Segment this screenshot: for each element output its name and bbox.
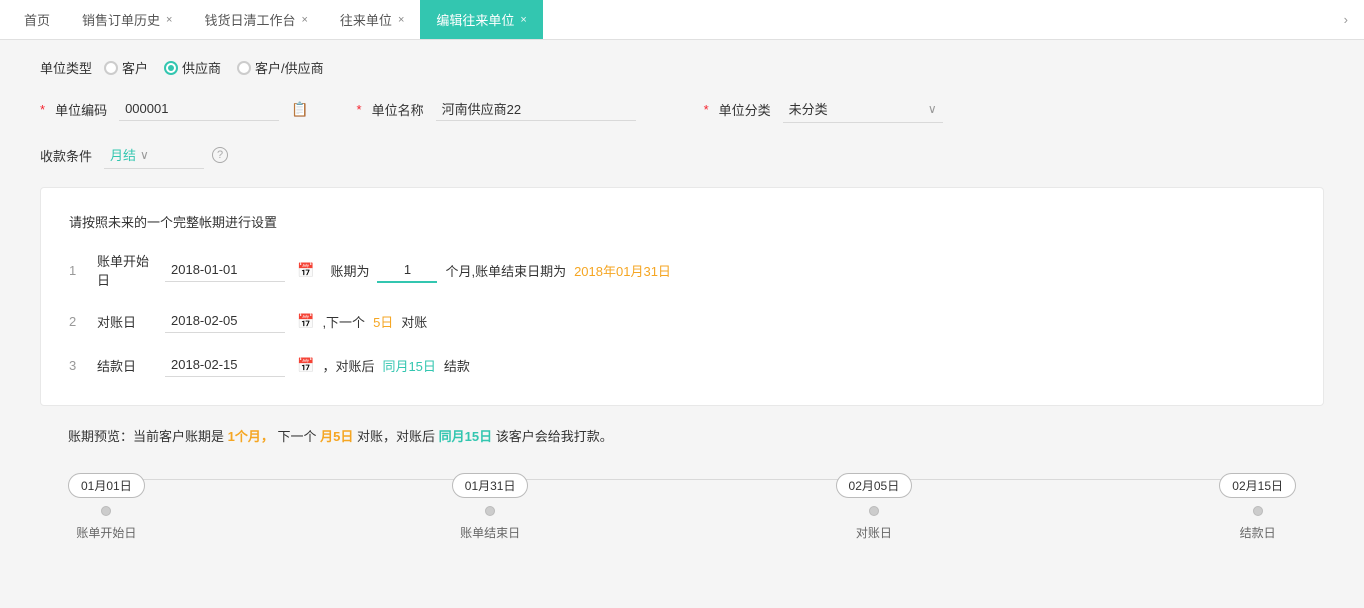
payment-prefix: ，对账后 [322,356,374,375]
preview-next-pre: 下一个 [278,429,317,444]
radio-both-label: 客户/供应商 [255,58,324,77]
period-month-input[interactable] [377,258,437,283]
unit-name-required: * [357,102,362,117]
unit-category-label: 单位分类 [719,100,771,119]
setting-row-3: 3 结款日 📅 ，对账后 同月15日 结款 [69,353,1295,377]
preview-text: 账期预览：当前客户账期是 1个月， 下一个 月5日 对账，对账后 同月15日 该… [68,426,1296,445]
radio-supplier[interactable]: 供应商 [164,58,221,77]
tabs-arrow[interactable]: › [1336,0,1356,39]
content-area: 单位类型 客户 供应商 客户/供应商 * 单位编码 📋 * 单位名称 * 单位分… [0,40,1364,608]
settings-title: 请按照未来的一个完整帐期进行设置 [69,212,1295,231]
start-date-input[interactable] [165,258,285,282]
payment-date-calendar-icon[interactable]: 📅 [297,357,314,374]
unit-code-calendar-icon[interactable]: 📋 [291,101,308,118]
tl-sublabel-reconcile: 对账日 [856,524,892,541]
setting-num-3: 3 [69,358,89,373]
reconcile-date-calendar-icon[interactable]: 📅 [297,313,314,330]
unit-category-chevron: ∨ [928,102,937,116]
unit-code-label: 单位编码 [55,100,107,119]
tl-sublabel-end: 账单结束日 [460,524,520,541]
tab-partner-label: 往来单位 [340,10,392,29]
radio-group-unit-type: 客户 供应商 客户/供应商 [104,58,324,77]
tab-cash-ledger[interactable]: 钱货日清工作台 × [188,0,323,39]
period-label: 账期为 [330,261,369,280]
radio-both[interactable]: 客户/供应商 [237,58,324,77]
radio-customer-circle [104,61,118,75]
tab-partner-close[interactable]: × [398,14,404,26]
setting-num-1: 1 [69,263,89,278]
preview-label: 账期预览：当前客户账期是 [68,429,224,444]
unit-info-row: * 单位编码 📋 * 单位名称 * 单位分类 未分类 ∨ [40,95,1324,123]
tl-sublabel-payment: 结款日 [1240,524,1276,541]
unit-name-input[interactable] [436,97,636,121]
tl-bubble-reconcile: 02月05日 [836,473,913,498]
setting-row-2: 2 对账日 📅 ,下一个 5日 对账 [69,309,1295,333]
reconcile-prefix: ,下一个 [322,312,365,331]
reconcile-date-input[interactable] [165,309,285,333]
start-date-calendar-icon[interactable]: 📅 [297,262,314,279]
setting-label-1: 账单开始日 [97,251,157,289]
tab-edit-partner-close[interactable]: × [520,14,526,26]
tab-partner[interactable]: 往来单位 × [324,0,420,39]
tl-node-4: 02月15日 结款日 [1219,473,1296,541]
payment-date-input[interactable] [165,353,285,377]
preview-reconcile: 对账，对账后 [357,429,435,444]
preview-payment-day: 同月15日 [439,429,492,444]
preview-period: 1个月， [228,429,274,444]
tl-node-1: 01月01日 账单开始日 [68,473,145,541]
radio-supplier-circle [164,61,178,75]
setting-row-1: 1 账单开始日 📅 账期为 个月,账单结束日期为 2018年01月31日 [69,251,1295,289]
payment-terms-select[interactable]: 月结 ∨ [104,141,204,169]
tab-home-label: 首页 [24,10,50,29]
tl-node-2: 01月31日 账单结束日 [452,473,529,541]
preview-end: 该客户会给我打款。 [496,429,613,444]
tl-node-3: 02月05日 对账日 [836,473,913,541]
tl-bubble-end: 01月31日 [452,473,529,498]
unit-category-required: * [704,102,709,117]
reconcile-day: 5日 [373,312,393,331]
settings-box: 请按照未来的一个完整帐期进行设置 1 账单开始日 📅 账期为 个月,账单结束日期… [40,187,1324,406]
period-suffix: 个月,账单结束日期为 [445,261,566,280]
unit-name-label: 单位名称 [372,100,424,119]
setting-label-2: 对账日 [97,312,157,331]
unit-type-row: 单位类型 客户 供应商 客户/供应商 [40,58,1324,77]
tabs-bar: 首页 销售订单历史 × 钱货日清工作台 × 往来单位 × 编辑往来单位 × › [0,0,1364,40]
radio-supplier-label: 供应商 [182,58,221,77]
tab-home[interactable]: 首页 [8,0,66,39]
timeline-container: 01月01日 账单开始日 01月31日 账单结束日 02月05日 对账日 [68,465,1296,541]
unit-category-value: 未分类 [789,99,828,118]
tl-bubble-start: 01月01日 [68,473,145,498]
unit-category-select[interactable]: 未分类 ∨ [783,95,943,123]
tab-edit-partner[interactable]: 编辑往来单位 × [420,0,542,39]
setting-label-3: 结款日 [97,356,157,375]
tab-sales-history-label: 销售订单历史 [82,10,160,29]
tab-edit-partner-label: 编辑往来单位 [436,10,514,29]
setting-num-2: 2 [69,314,89,329]
unit-code-required: * [40,102,45,117]
tab-sales-history[interactable]: 销售订单历史 × [66,0,188,39]
radio-both-circle [237,61,251,75]
preview-section: 账期预览：当前客户账期是 1个月， 下一个 月5日 对账，对账后 同月15日 该… [40,426,1324,541]
period-end-date: 2018年01月31日 [574,261,671,280]
payment-day: 同月15日 [382,356,435,375]
payment-terms-label: 收款条件 [40,146,92,165]
payment-terms-chevron: ∨ [140,148,149,162]
tl-bubble-payment: 02月15日 [1219,473,1296,498]
tab-cash-ledger-close[interactable]: × [301,14,307,26]
tab-cash-ledger-label: 钱货日清工作台 [204,10,295,29]
payment-terms-row: 收款条件 月结 ∨ ? [40,141,1324,169]
tl-sublabel-start: 账单开始日 [76,524,136,541]
unit-code-input[interactable] [119,97,279,121]
tab-sales-history-close[interactable]: × [166,14,172,26]
unit-type-label: 单位类型 [40,58,92,77]
payment-suffix: 结款 [444,356,470,375]
radio-customer[interactable]: 客户 [104,58,148,77]
preview-next-day: 月5日 [320,429,353,444]
help-icon[interactable]: ? [212,147,228,163]
reconcile-suffix: 对账 [401,312,427,331]
radio-customer-label: 客户 [122,58,148,77]
payment-terms-value: 月结 [110,145,136,164]
